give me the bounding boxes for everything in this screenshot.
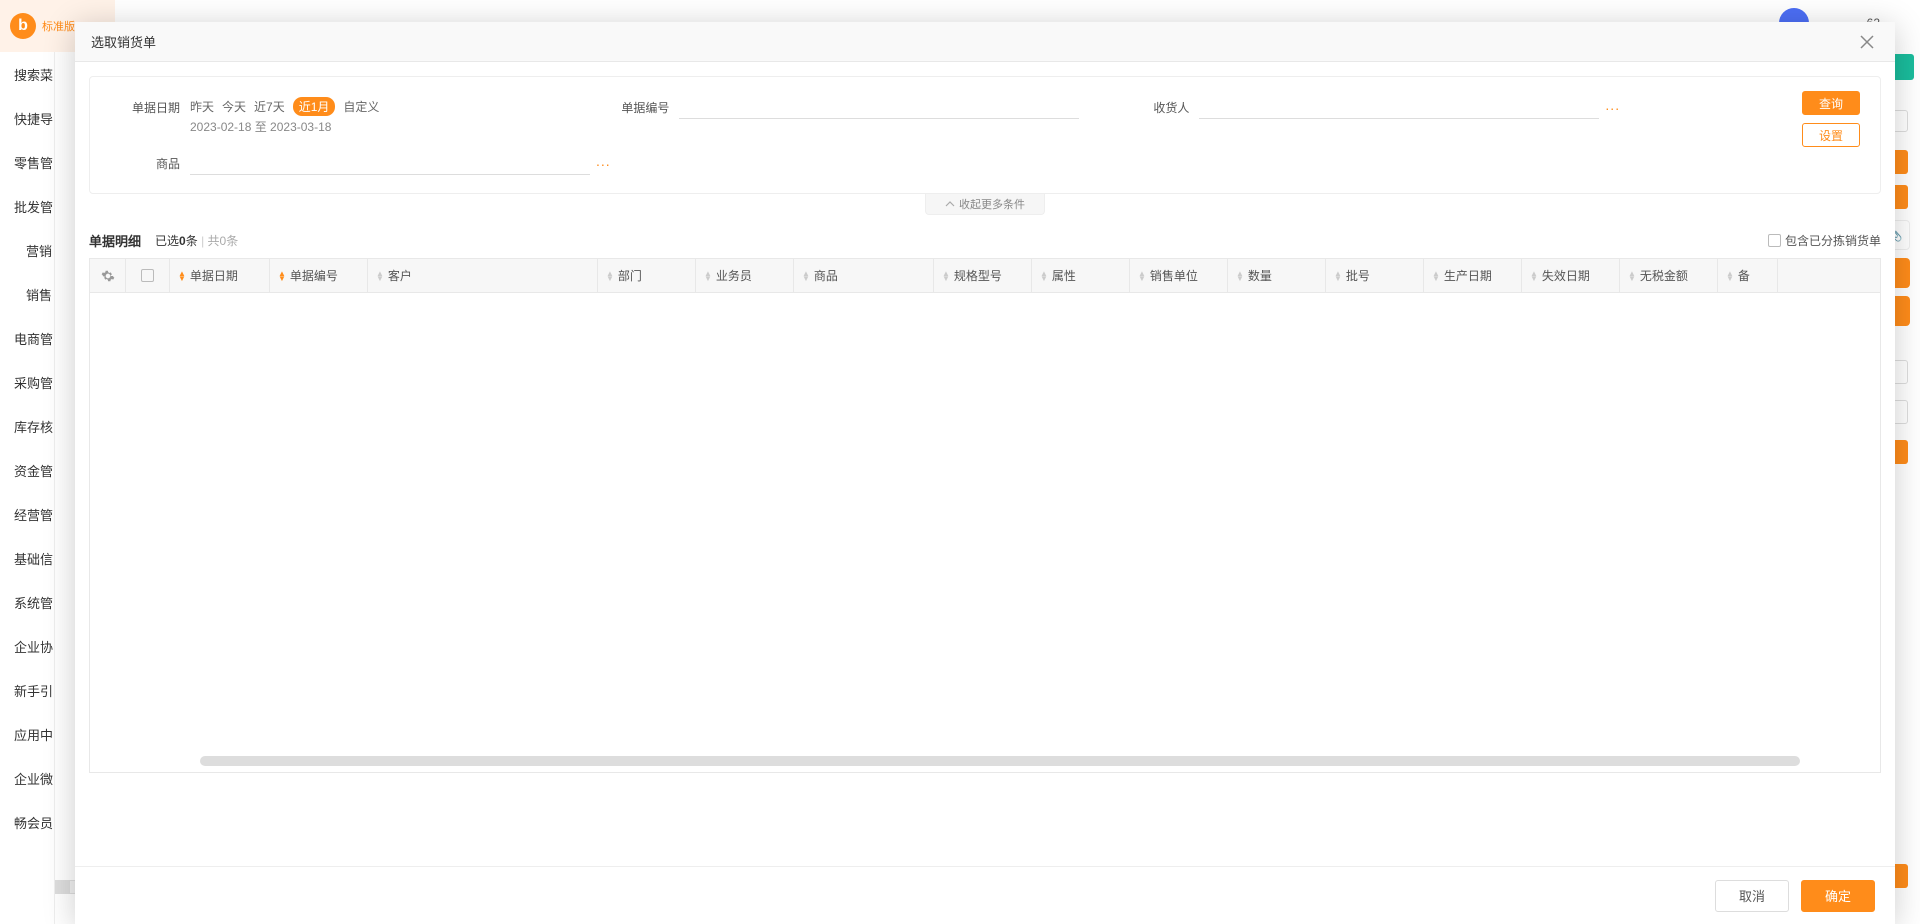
- date-opt-custom[interactable]: 自定义: [343, 98, 379, 115]
- date-opt-yesterday[interactable]: 昨天: [190, 98, 214, 115]
- filter-row-1: 单据日期 昨天 今天 近7天 近1月 自定义 2023-02-18 至 2023…: [110, 97, 1860, 135]
- filter-doc-no: 单据编号: [599, 97, 1079, 119]
- sort-icon: ▲▼: [178, 271, 186, 281]
- sort-icon: ▲▼: [1530, 271, 1538, 281]
- filter-date-label: 单据日期: [110, 97, 180, 116]
- modal-title: 选取销货单: [91, 32, 156, 51]
- detail-header: 单据明细 已选0条 | 共0条 包含已分拣销货单: [89, 231, 1881, 250]
- sort-icon: ▲▼: [942, 271, 950, 281]
- sort-icon: ▲▼: [278, 271, 286, 281]
- sort-icon: ▲▼: [1138, 271, 1146, 281]
- date-opt-today[interactable]: 今天: [222, 98, 246, 115]
- filter-panel: 查询 设置 单据日期 昨天 今天 近7天 近1月 自定义: [89, 76, 1881, 194]
- filter-product-label: 商品: [110, 153, 180, 172]
- results-table: ▲▼单据日期 ▲▼单据编号 ▲▼客户 ▲▼部门 ▲▼业务员 ▲▼商品 ▲▼规格型…: [89, 258, 1881, 773]
- sort-icon: ▲▼: [1726, 271, 1734, 281]
- collapse-up-icon: [945, 199, 955, 209]
- modal-body: 查询 设置 单据日期 昨天 今天 近7天 近1月 自定义: [75, 62, 1895, 866]
- gear-icon: [101, 269, 115, 283]
- cancel-button[interactable]: 取消: [1715, 880, 1789, 912]
- col-customer[interactable]: ▲▼客户: [368, 259, 598, 292]
- settings-button[interactable]: 设置: [1802, 123, 1860, 147]
- receiver-input[interactable]: [1199, 97, 1599, 119]
- modal-overlay: 选取销货单 查询 设置 单据日期 昨天 今天: [0, 0, 1920, 924]
- sort-icon: ▲▼: [1040, 271, 1048, 281]
- sort-icon: ▲▼: [1334, 271, 1342, 281]
- col-spec[interactable]: ▲▼规格型号: [934, 259, 1032, 292]
- product-input[interactable]: [190, 153, 590, 175]
- col-unit[interactable]: ▲▼销售单位: [1130, 259, 1228, 292]
- filter-actions: 查询 设置: [1802, 91, 1860, 147]
- receiver-more-icon[interactable]: ...: [1605, 97, 1620, 113]
- col-doc-no[interactable]: ▲▼单据编号: [270, 259, 368, 292]
- col-batch[interactable]: ▲▼批号: [1326, 259, 1424, 292]
- sort-icon: ▲▼: [704, 271, 712, 281]
- filter-receiver-label: 收货人: [1119, 97, 1189, 116]
- table-horizontal-scrollbar[interactable]: [200, 756, 1800, 766]
- doc-no-input[interactable]: [679, 97, 1079, 119]
- query-button[interactable]: 查询: [1802, 91, 1860, 115]
- col-department[interactable]: ▲▼部门: [598, 259, 696, 292]
- filter-docno-label: 单据编号: [599, 97, 669, 116]
- total-count: 共0条: [208, 234, 239, 248]
- date-range-text: 2023-02-18 至 2023-03-18: [190, 118, 379, 135]
- checkbox-icon: [141, 269, 154, 282]
- confirm-button[interactable]: 确定: [1801, 880, 1875, 912]
- sort-icon: ▲▼: [1432, 271, 1440, 281]
- col-attr[interactable]: ▲▼属性: [1032, 259, 1130, 292]
- close-icon: [1860, 35, 1874, 49]
- sort-icon: ▲▼: [1628, 271, 1636, 281]
- filter-product: 商品 ...: [110, 153, 611, 175]
- include-partial-label: 包含已分拣销货单: [1785, 232, 1881, 249]
- filter-receiver: 收货人 ...: [1119, 97, 1620, 119]
- col-production-date[interactable]: ▲▼生产日期: [1424, 259, 1522, 292]
- sort-icon: ▲▼: [376, 271, 384, 281]
- date-opt-last7[interactable]: 近7天: [254, 98, 285, 115]
- col-product[interactable]: ▲▼商品: [794, 259, 934, 292]
- filter-date: 单据日期 昨天 今天 近7天 近1月 自定义 2023-02-18 至 2023…: [110, 97, 379, 135]
- col-salesperson[interactable]: ▲▼业务员: [696, 259, 794, 292]
- filter-row-2: 商品 ...: [110, 153, 1860, 175]
- collapse-label: 收起更多条件: [959, 196, 1025, 212]
- select-all-checkbox[interactable]: [126, 259, 170, 292]
- selected-count: 已选0条 | 共0条: [155, 232, 238, 249]
- checkbox-icon: [1768, 234, 1781, 247]
- col-date[interactable]: ▲▼单据日期: [170, 259, 270, 292]
- col-qty[interactable]: ▲▼数量: [1228, 259, 1326, 292]
- modal-footer: 取消 确定: [75, 866, 1895, 924]
- modal-header: 选取销货单: [75, 22, 1895, 62]
- product-more-icon[interactable]: ...: [596, 153, 611, 169]
- include-partial-checkbox[interactable]: 包含已分拣销货单: [1768, 232, 1881, 249]
- collapse-conditions-button[interactable]: 收起更多条件: [925, 193, 1045, 215]
- sort-icon: ▲▼: [802, 271, 810, 281]
- column-config-button[interactable]: [90, 259, 126, 292]
- close-button[interactable]: [1855, 30, 1879, 54]
- table-header-row: ▲▼单据日期 ▲▼单据编号 ▲▼客户 ▲▼部门 ▲▼业务员 ▲▼商品 ▲▼规格型…: [90, 259, 1881, 293]
- date-opt-last1m[interactable]: 近1月: [293, 97, 336, 116]
- sort-icon: ▲▼: [1236, 271, 1244, 281]
- col-expiry-date[interactable]: ▲▼失效日期: [1522, 259, 1620, 292]
- select-sales-order-modal: 选取销货单 查询 设置 单据日期 昨天 今天: [75, 22, 1895, 924]
- col-amount[interactable]: ▲▼无税金额: [1620, 259, 1718, 292]
- col-remark[interactable]: ▲▼备: [1718, 259, 1778, 292]
- sort-icon: ▲▼: [606, 271, 614, 281]
- detail-title: 单据明细: [89, 231, 141, 250]
